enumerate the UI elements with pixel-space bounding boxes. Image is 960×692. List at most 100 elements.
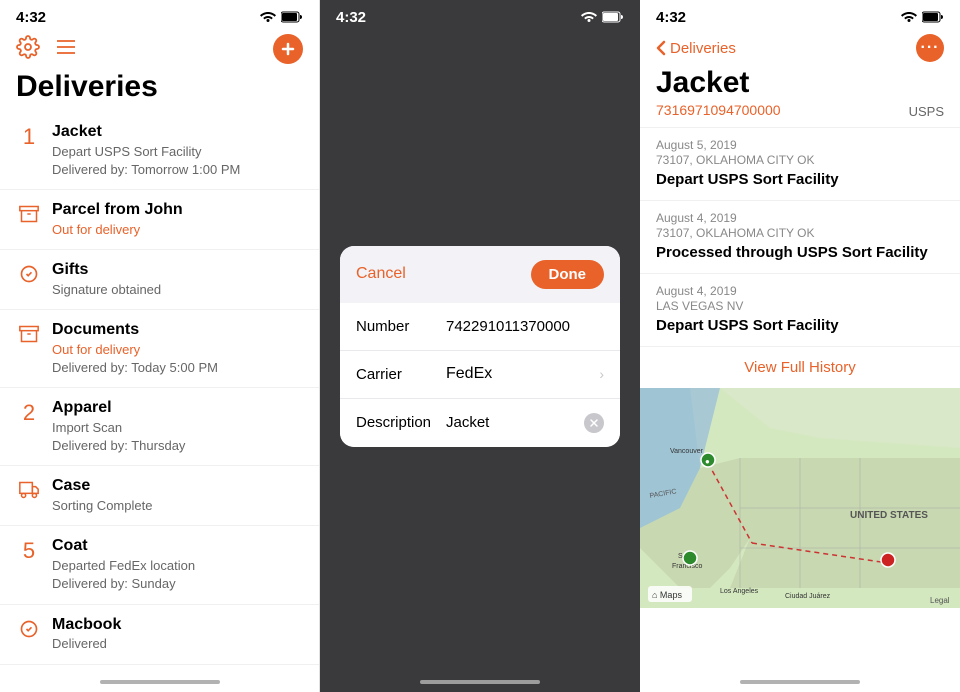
- view-history-button[interactable]: View Full History: [640, 347, 960, 388]
- legal-label: Legal: [930, 596, 950, 605]
- carrier-name: USPS: [909, 104, 944, 119]
- edit-modal-panel: 4:32 Cancel Done Number 742291011370000 …: [320, 0, 640, 692]
- item-status: Delivered: [52, 635, 303, 653]
- detail-header: Deliveries ··· Jacket 7316971094700000 U…: [640, 30, 960, 128]
- item-name: Parcel from John: [52, 200, 303, 221]
- tracking-event: August 4, 2019 LAS VEGAS NV Depart USPS …: [640, 274, 960, 347]
- item-number: 5: [16, 538, 42, 564]
- list-item[interactable]: Case Sorting Complete: [0, 466, 319, 526]
- documents-icon: [16, 324, 42, 344]
- truck-icon: [19, 480, 39, 500]
- delivery-list[interactable]: 1 Jacket Depart USPS Sort Facility Deliv…: [0, 112, 319, 672]
- map-label-ciudad: Ciudad Juárez: [785, 593, 831, 600]
- list-icon[interactable]: [54, 35, 78, 64]
- time-right: 4:32: [656, 9, 686, 26]
- item-content: Parcel from John Out for delivery: [52, 200, 303, 239]
- item-status: Out for delivery: [52, 341, 303, 359]
- carrier-label: Carrier: [356, 366, 446, 383]
- status-bar-left: 4:32: [0, 0, 319, 30]
- home-indicator-right: [740, 680, 860, 684]
- home-indicator-mid: [420, 680, 540, 684]
- item-status: Import Scan: [52, 419, 303, 437]
- item-content: Documents Out for delivery Delivered by:…: [52, 320, 303, 377]
- event-date: August 5, 2019: [656, 138, 944, 152]
- detail-panel: 4:32 Deliveries ··· Jacket 7316971094700…: [640, 0, 960, 692]
- item-status: Depart USPS Sort Facility: [52, 143, 303, 161]
- box-icon: [19, 204, 39, 224]
- more-button[interactable]: ···: [916, 34, 944, 62]
- item-name: Macbook: [52, 615, 303, 636]
- edit-modal-card: Cancel Done Number 742291011370000 Carri…: [340, 246, 620, 447]
- item-content: Apparel Import Scan Delivered by: Thursd…: [52, 398, 303, 455]
- check-circle-icon: [19, 264, 39, 284]
- wifi-icon-right: [901, 11, 917, 23]
- time-mid: 4:32: [336, 9, 366, 26]
- item-delivery: Delivered by: Sunday: [52, 575, 303, 593]
- list-item[interactable]: iPad Accepted at Inward Mail Centre: [0, 665, 319, 672]
- list-item[interactable]: 1 Jacket Depart USPS Sort Facility Deliv…: [0, 112, 319, 190]
- home-bar-mid: [320, 672, 640, 692]
- back-label: Deliveries: [670, 40, 736, 57]
- item-name: Case: [52, 476, 303, 497]
- item-status: Sorting Complete: [52, 497, 303, 515]
- number-value[interactable]: 742291011370000: [446, 318, 604, 335]
- item-content: Gifts Signature obtained: [52, 260, 303, 299]
- tracking-event: August 4, 2019 73107, OKLAHOMA CITY OK P…: [640, 201, 960, 274]
- item-content: Macbook Delivered: [52, 615, 303, 654]
- item-number: 1: [16, 124, 42, 150]
- back-button[interactable]: Deliveries: [656, 40, 736, 57]
- back-arrow-icon: [656, 40, 666, 56]
- item-delivery: Delivered by: Today 5:00 PM: [52, 359, 303, 377]
- deliveries-list-panel: 4:32: [0, 0, 320, 692]
- map-container: UNITED STATES PACIFIC San Francisco Los …: [640, 388, 960, 608]
- map-pin-okc: [881, 553, 895, 567]
- status-icons-mid: [581, 11, 624, 23]
- item-status: Signature obtained: [52, 281, 303, 299]
- event-description: Depart USPS Sort Facility: [656, 169, 944, 190]
- detail-nav: Deliveries ···: [656, 34, 944, 62]
- package-icon: [19, 324, 39, 344]
- item-name: Coat: [52, 536, 303, 557]
- list-item[interactable]: Documents Out for delivery Delivered by:…: [0, 310, 319, 388]
- item-name: Documents: [52, 320, 303, 341]
- item-name: Gifts: [52, 260, 303, 281]
- map-pin-vancouver-text: ●: [705, 457, 710, 466]
- list-header: Deliveries: [0, 30, 319, 112]
- list-item[interactable]: 5 Coat Departed FedEx location Delivered…: [0, 526, 319, 604]
- settings-icon[interactable]: [16, 35, 40, 64]
- carrier-row[interactable]: Carrier FedEx ›: [340, 351, 620, 399]
- wifi-icon-mid: [581, 11, 597, 23]
- add-button[interactable]: [273, 34, 303, 64]
- number-row: Number 742291011370000: [340, 303, 620, 351]
- list-item[interactable]: Parcel from John Out for delivery: [0, 190, 319, 250]
- list-item[interactable]: 2 Apparel Import Scan Delivered by: Thur…: [0, 388, 319, 466]
- item-number: 2: [16, 400, 42, 426]
- tracking-event: August 5, 2019 73107, OKLAHOMA CITY OK D…: [640, 128, 960, 201]
- status-icons-left: [260, 11, 303, 23]
- done-button[interactable]: Done: [531, 260, 605, 289]
- home-bar-right: [640, 672, 960, 692]
- description-label: Description: [356, 414, 446, 431]
- status-bar-right: 4:32: [640, 0, 960, 30]
- macbook-icon: [16, 619, 42, 639]
- carrier-selector[interactable]: FedEx ›: [446, 365, 604, 383]
- item-name: Jacket: [52, 122, 303, 143]
- detail-title: Jacket: [656, 66, 944, 100]
- event-date: August 4, 2019: [656, 284, 944, 298]
- list-toolbar: [16, 34, 303, 64]
- more-icon: ···: [921, 39, 940, 57]
- clear-button[interactable]: [584, 413, 604, 433]
- case-icon: [16, 480, 42, 500]
- carrier-value: FedEx: [446, 365, 492, 383]
- cancel-button[interactable]: Cancel: [356, 265, 406, 283]
- status-icons-right: [901, 11, 944, 23]
- item-content: Case Sorting Complete: [52, 476, 303, 515]
- description-row: Description Jacket: [340, 399, 620, 447]
- event-location: 73107, OKLAHOMA CITY OK: [656, 226, 944, 240]
- list-item[interactable]: Macbook Delivered: [0, 605, 319, 665]
- item-status: Out for delivery: [52, 221, 303, 239]
- description-value[interactable]: Jacket: [446, 414, 584, 431]
- tracking-number[interactable]: 7316971094700000: [656, 102, 781, 118]
- list-item[interactable]: Gifts Signature obtained: [0, 250, 319, 310]
- detail-body: August 5, 2019 73107, OKLAHOMA CITY OK D…: [640, 128, 960, 672]
